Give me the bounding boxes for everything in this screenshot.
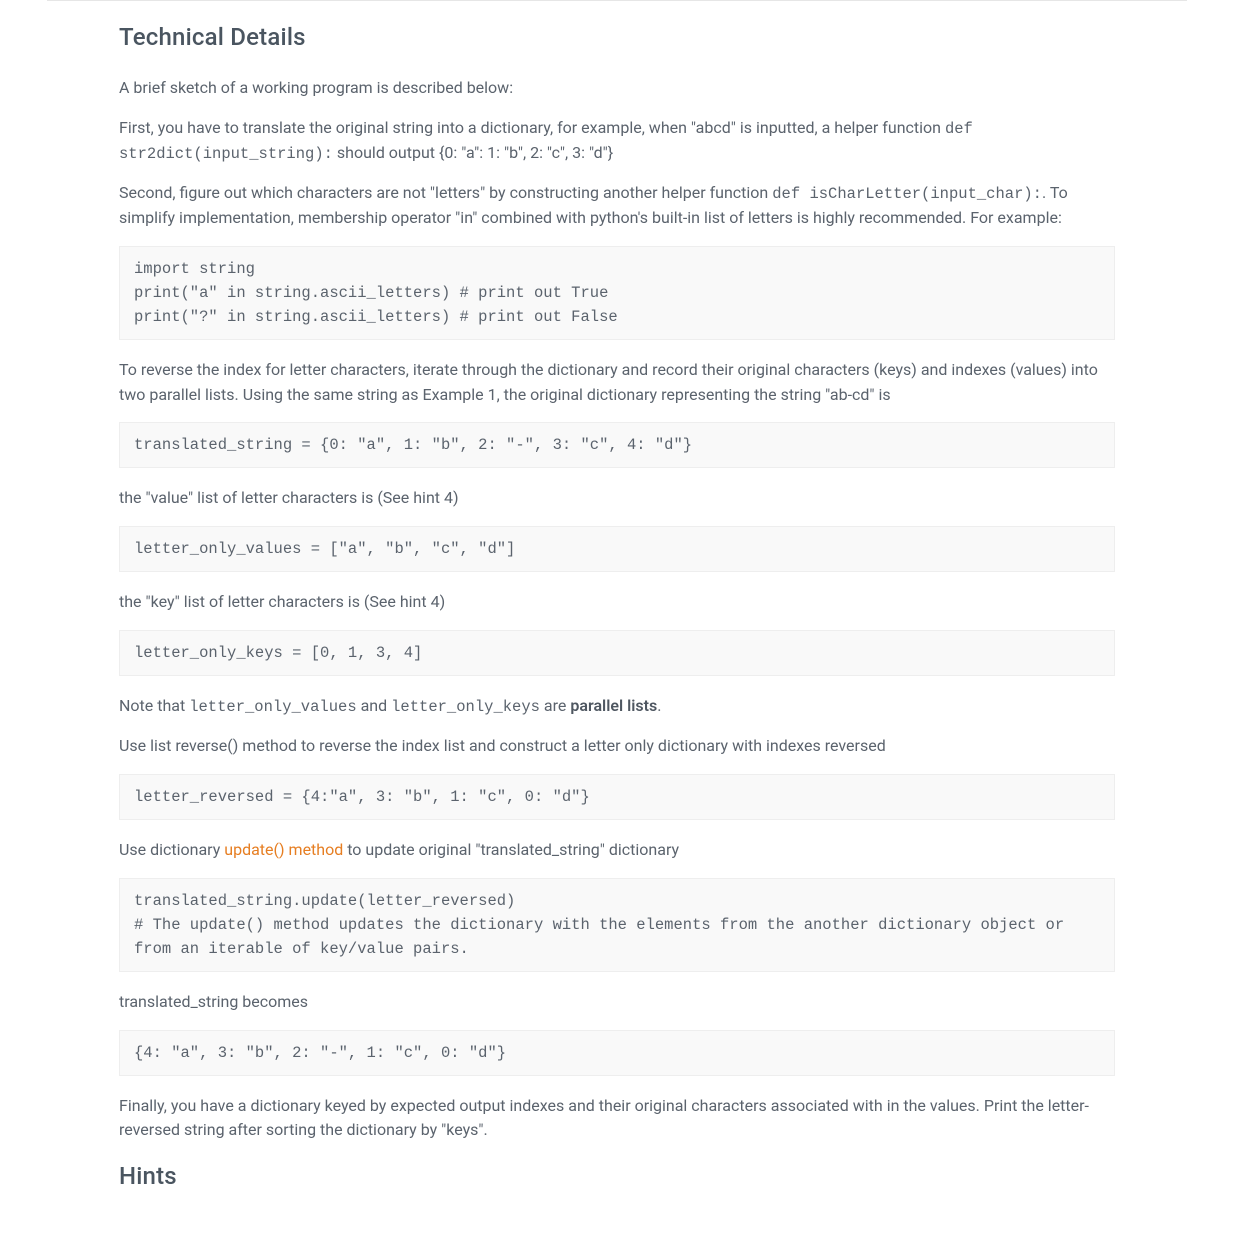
inline-code-ischarletter: def isCharLetter(input_char): xyxy=(772,185,1042,203)
paragraph-use-dictionary-update: Use dictionary update() method to update… xyxy=(119,838,1115,863)
link-update-method[interactable]: update() method xyxy=(224,840,343,859)
paragraph-second: Second, figure out which characters are … xyxy=(119,181,1115,231)
code-block-letter-only-keys: letter_only_keys = [0, 1, 3, 4] xyxy=(119,630,1115,676)
code-block-letter-reversed: letter_reversed = {4:"a", 3: "b", 1: "c"… xyxy=(119,774,1115,820)
text-span: Second, figure out which characters are … xyxy=(119,183,772,202)
text-span: should output {0: "a": 1: "b", 2: "c", 3… xyxy=(333,143,613,162)
paragraph-reverse: To reverse the index for letter characte… xyxy=(119,358,1115,408)
paragraph-becomes: translated_string becomes xyxy=(119,990,1115,1015)
code-block-import-string: import string print("a" in string.ascii_… xyxy=(119,246,1115,340)
paragraph-finally: Finally, you have a dictionary keyed by … xyxy=(119,1094,1115,1144)
paragraph-value-list: the "value" list of letter characters is… xyxy=(119,486,1115,511)
paragraph-use-list-reverse: Use list reverse() method to reverse the… xyxy=(119,734,1115,759)
text-span: Note that xyxy=(119,696,189,715)
strong-parallel-lists: parallel lists xyxy=(570,696,657,715)
section-heading-hints: Hints xyxy=(119,1158,1115,1195)
paragraph-note-parallel: Note that letter_only_values and letter_… xyxy=(119,694,1115,719)
inline-code-letter-only-keys: letter_only_keys xyxy=(391,698,540,716)
text-span: and xyxy=(357,696,392,715)
inline-code-letter-only-values: letter_only_values xyxy=(189,698,356,716)
paragraph-key-list: the "key" list of letter characters is (… xyxy=(119,590,1115,615)
text-span: are xyxy=(540,696,570,715)
code-block-update-call: translated_string.update(letter_reversed… xyxy=(119,878,1115,972)
text-span: . xyxy=(657,696,661,715)
text-span: Use dictionary xyxy=(119,840,224,859)
code-block-translated-string: translated_string = {0: "a", 1: "b", 2: … xyxy=(119,422,1115,468)
text-span: to update original "translated_string" d… xyxy=(343,840,679,859)
paragraph-first: First, you have to translate the origina… xyxy=(119,116,1115,166)
section-heading-technical-details: Technical Details xyxy=(119,19,1115,56)
content-container: Technical Details A brief sketch of a wo… xyxy=(47,0,1187,1245)
code-block-letter-only-values: letter_only_values = ["a", "b", "c", "d"… xyxy=(119,526,1115,572)
code-block-result-dict: {4: "a", 3: "b", 2: "-", 1: "c", 0: "d"} xyxy=(119,1030,1115,1076)
paragraph-intro: A brief sketch of a working program is d… xyxy=(119,76,1115,101)
text-span: First, you have to translate the origina… xyxy=(119,118,945,137)
